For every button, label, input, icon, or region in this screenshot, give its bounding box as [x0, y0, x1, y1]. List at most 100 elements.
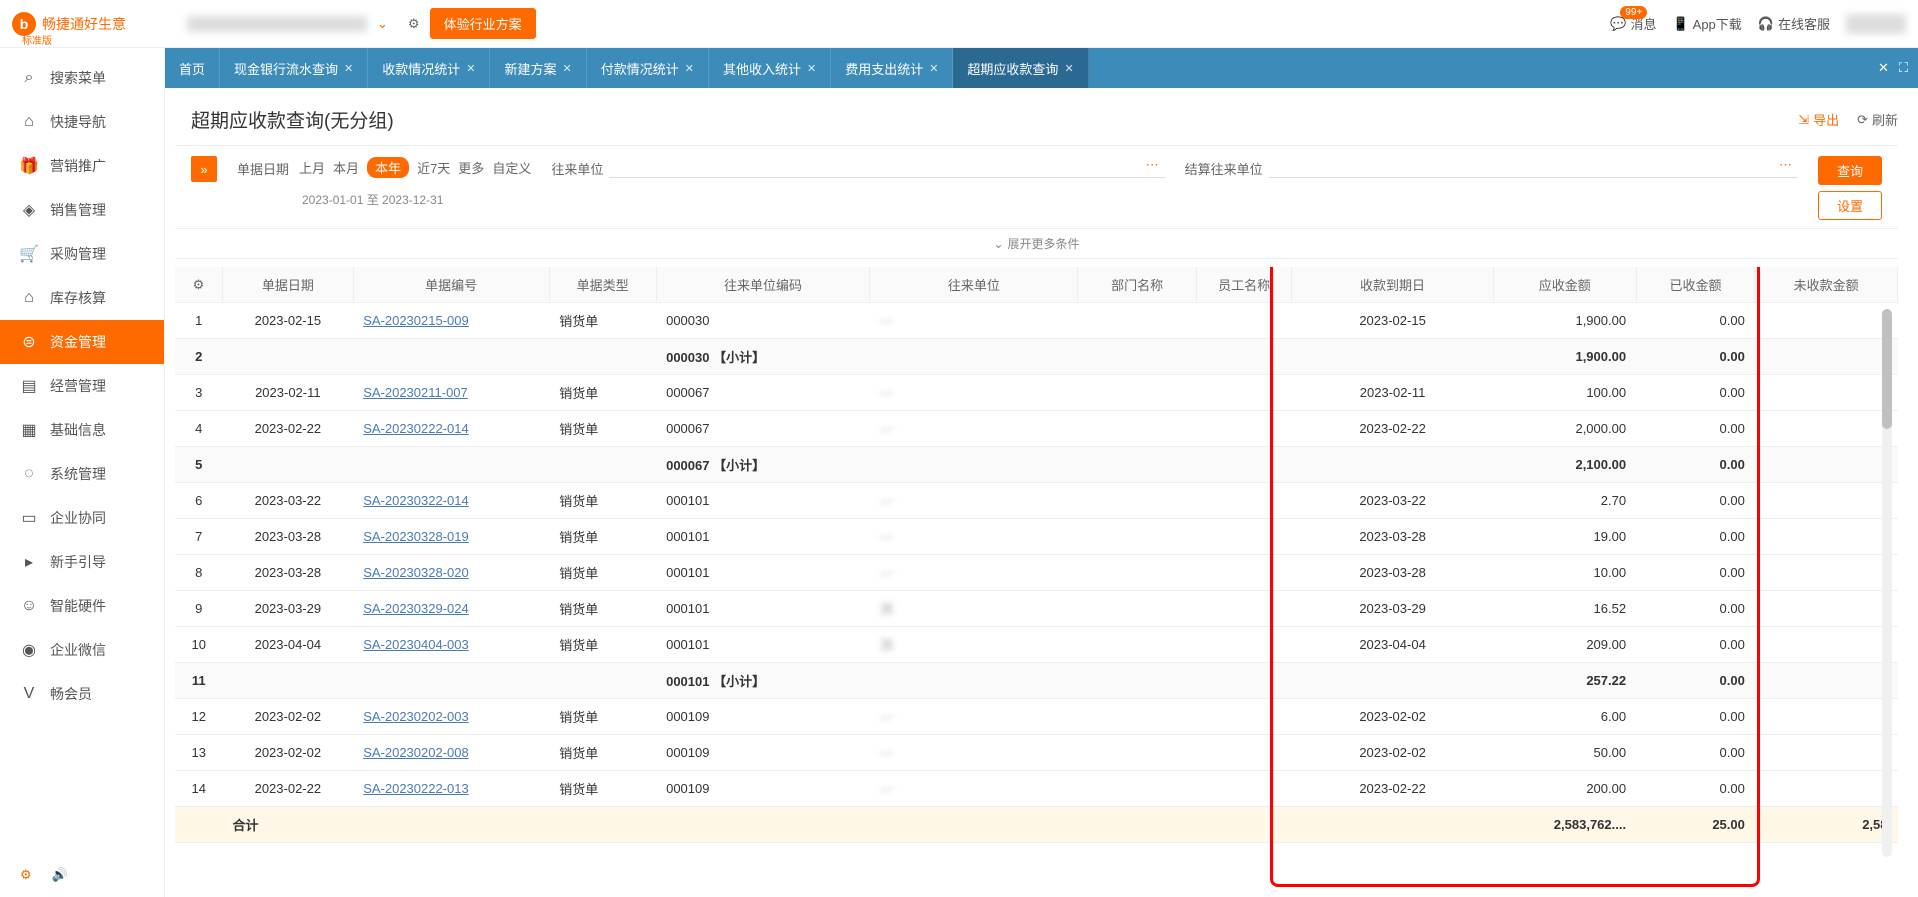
party-more-icon[interactable]: ⋯ — [1140, 157, 1165, 173]
row-docno[interactable]: SA-20230215-009 — [353, 303, 549, 339]
close-icon[interactable]: ✕ — [563, 62, 572, 75]
row-docno[interactable]: SA-20230222-014 — [353, 411, 549, 447]
sidebar-item-13[interactable]: ◉企业微信 — [0, 628, 164, 672]
sidebar-item-14[interactable]: V畅会员 — [0, 672, 164, 716]
service-link[interactable]: 🎧 在线客服 — [1758, 14, 1830, 33]
tab-3[interactable]: 新建方案✕ — [490, 48, 586, 88]
sidebar-item-5[interactable]: ⌂库存核算 — [0, 276, 164, 320]
table-header-10[interactable]: 已收金额 — [1636, 267, 1755, 303]
table-row[interactable]: 4 2023-02-22 SA-20230222-014 销货单 000067 … — [175, 411, 1898, 447]
table-header-11[interactable]: 未收款金额 — [1755, 267, 1898, 303]
sidebar-item-11[interactable]: ▸新手引导 — [0, 540, 164, 584]
date-tag-4[interactable]: 更多 — [458, 158, 484, 177]
row-docno[interactable]: SA-20230404-003 — [353, 627, 549, 663]
tab-4[interactable]: 付款情况统计✕ — [587, 48, 709, 88]
row-docno[interactable]: SA-20230322-014 — [353, 483, 549, 519]
download-link[interactable]: 📱 App下载 — [1672, 14, 1741, 33]
row-docno[interactable]: SA-20230211-007 — [353, 375, 549, 411]
table-row[interactable]: 14 2023-02-22 SA-20230222-013 销货单 000109… — [175, 771, 1898, 807]
date-tag-2[interactable]: 本年 — [367, 157, 409, 178]
table-header-7[interactable]: 员工名称 — [1197, 267, 1292, 303]
row-docno[interactable]: SA-20230202-003 — [353, 699, 549, 735]
table-row[interactable]: 6 2023-03-22 SA-20230322-014 销货单 000101 … — [175, 483, 1898, 519]
row-code: 000101 — [656, 519, 870, 555]
settings-button[interactable]: 设置 — [1818, 191, 1882, 220]
gear-icon[interactable]: ⚙ — [193, 277, 205, 292]
close-icon[interactable]: ✕ — [685, 62, 694, 75]
tab-0[interactable]: 首页 — [165, 48, 220, 88]
experience-button[interactable]: 体验行业方案 — [430, 8, 536, 39]
org-name-blurred — [187, 16, 367, 32]
table-row[interactable]: 1 2023-02-15 SA-20230215-009 销货单 000030 … — [175, 303, 1898, 339]
sidebar-item-7[interactable]: ▤经营管理 — [0, 364, 164, 408]
sidebar-item-2[interactable]: 🎁营销推广 — [0, 144, 164, 188]
tab-5[interactable]: 其他收入统计✕ — [709, 48, 831, 88]
gear-icon[interactable]: ⚙ — [408, 16, 420, 32]
date-tag-0[interactable]: 上月 — [299, 158, 325, 177]
table-row[interactable]: 7 2023-03-28 SA-20230328-019 销货单 000101 … — [175, 519, 1898, 555]
close-icon[interactable]: ✕ — [466, 62, 475, 75]
tab-1[interactable]: 现金银行流水查询✕ — [220, 48, 368, 88]
subtotal-row[interactable]: 11 000101 【小计】 257.22 0.00 — [175, 663, 1898, 699]
subtotal-row[interactable]: 5 000067 【小计】 2,100.00 0.00 — [175, 447, 1898, 483]
row-docno[interactable]: SA-20230329-024 — [353, 591, 549, 627]
tab-2[interactable]: 收款情况统计✕ — [368, 48, 490, 88]
expand-more-button[interactable]: ⌄ 展开更多条件 — [175, 229, 1898, 259]
table-row[interactable]: 3 2023-02-11 SA-20230211-007 销货单 000067 … — [175, 375, 1898, 411]
table-header-9[interactable]: 应收金额 — [1494, 267, 1637, 303]
table-header-2[interactable]: 单据编号 — [353, 267, 549, 303]
sidebar-item-6[interactable]: ⊜资金管理 — [0, 320, 164, 364]
export-button[interactable]: ⇲ 导出 — [1798, 110, 1839, 129]
party-input[interactable] — [609, 157, 1139, 172]
sidebar-item-0[interactable]: ⌕搜索菜单 — [0, 56, 164, 100]
sidebar-item-4[interactable]: 🛒采购管理 — [0, 232, 164, 276]
table-row[interactable]: 12 2023-02-02 SA-20230202-003 销货单 000109… — [175, 699, 1898, 735]
table-header-3[interactable]: 单据类型 — [549, 267, 656, 303]
messages-link[interactable]: 💬 消息 99+ — [1610, 14, 1656, 33]
sidebar-item-10[interactable]: ▭企业协同 — [0, 496, 164, 540]
date-tag-3[interactable]: 近7天 — [417, 158, 450, 177]
table-header-5[interactable]: 往来单位 — [870, 267, 1078, 303]
chevron-down-icon[interactable]: ⌄ — [377, 16, 388, 32]
refresh-button[interactable]: ⟳ 刷新 — [1857, 110, 1898, 129]
sidebar-item-9[interactable]: ◌系统管理 — [0, 452, 164, 496]
row-docno[interactable]: SA-20230222-013 — [353, 771, 549, 807]
table-row[interactable]: 10 2023-04-04 SA-20230404-003 销货单 000101… — [175, 627, 1898, 663]
close-icon[interactable]: ✕ — [929, 62, 938, 75]
close-icon[interactable]: ✕ — [1064, 62, 1073, 75]
sidebar-item-3[interactable]: ◈销售管理 — [0, 188, 164, 232]
scrollbar-thumb[interactable] — [1882, 309, 1892, 429]
query-button[interactable]: 查询 — [1818, 156, 1882, 185]
table-header-1[interactable]: 单据日期 — [223, 267, 354, 303]
settle-input[interactable] — [1269, 157, 1773, 172]
table-row[interactable]: 13 2023-02-02 SA-20230202-008 销货单 000109… — [175, 735, 1898, 771]
date-tag-1[interactable]: 本月 — [333, 158, 359, 177]
settle-more-icon[interactable]: ⋯ — [1773, 157, 1798, 173]
table-row[interactable]: 9 2023-03-29 SA-20230329-024 销货单 000101 … — [175, 591, 1898, 627]
close-icon[interactable]: ✕ — [344, 62, 353, 75]
table-header-4[interactable]: 往来单位编码 — [656, 267, 870, 303]
row-docno[interactable]: SA-20230328-019 — [353, 519, 549, 555]
settings-icon[interactable]: ⚙ — [20, 867, 32, 883]
table-header-0[interactable]: ⚙ — [175, 267, 223, 303]
user-avatar-blurred[interactable] — [1846, 14, 1906, 34]
tab-7[interactable]: 超期应收款查询✕ — [953, 48, 1088, 88]
close-icon[interactable]: ✕ — [807, 62, 816, 75]
table-row[interactable]: 8 2023-03-28 SA-20230328-020 销货单 000101 … — [175, 555, 1898, 591]
table-header-6[interactable]: 部门名称 — [1078, 267, 1197, 303]
fullscreen-icon[interactable]: ⛶ — [1899, 60, 1908, 76]
collapse-filter-button[interactable]: » — [191, 156, 217, 182]
org-selector[interactable]: ⌄ ⚙ — [187, 16, 430, 32]
sidebar-item-12[interactable]: ☺智能硬件 — [0, 584, 164, 628]
tab-6[interactable]: 费用支出统计✕ — [831, 48, 953, 88]
sidebar-item-1[interactable]: ⌂快捷导航 — [0, 100, 164, 144]
date-tag-5[interactable]: 自定义 — [492, 158, 531, 177]
close-all-tabs-icon[interactable]: ✕ — [1878, 60, 1889, 76]
table-header-8[interactable]: 收款到期日 — [1292, 267, 1494, 303]
sound-icon[interactable]: 🔊 — [52, 867, 68, 883]
row-docno[interactable]: SA-20230202-008 — [353, 735, 549, 771]
scrollbar-track[interactable] — [1882, 309, 1892, 857]
sidebar-item-8[interactable]: ▦基础信息 — [0, 408, 164, 452]
subtotal-row[interactable]: 2 000030 【小计】 1,900.00 0.00 — [175, 339, 1898, 375]
row-docno[interactable]: SA-20230328-020 — [353, 555, 549, 591]
